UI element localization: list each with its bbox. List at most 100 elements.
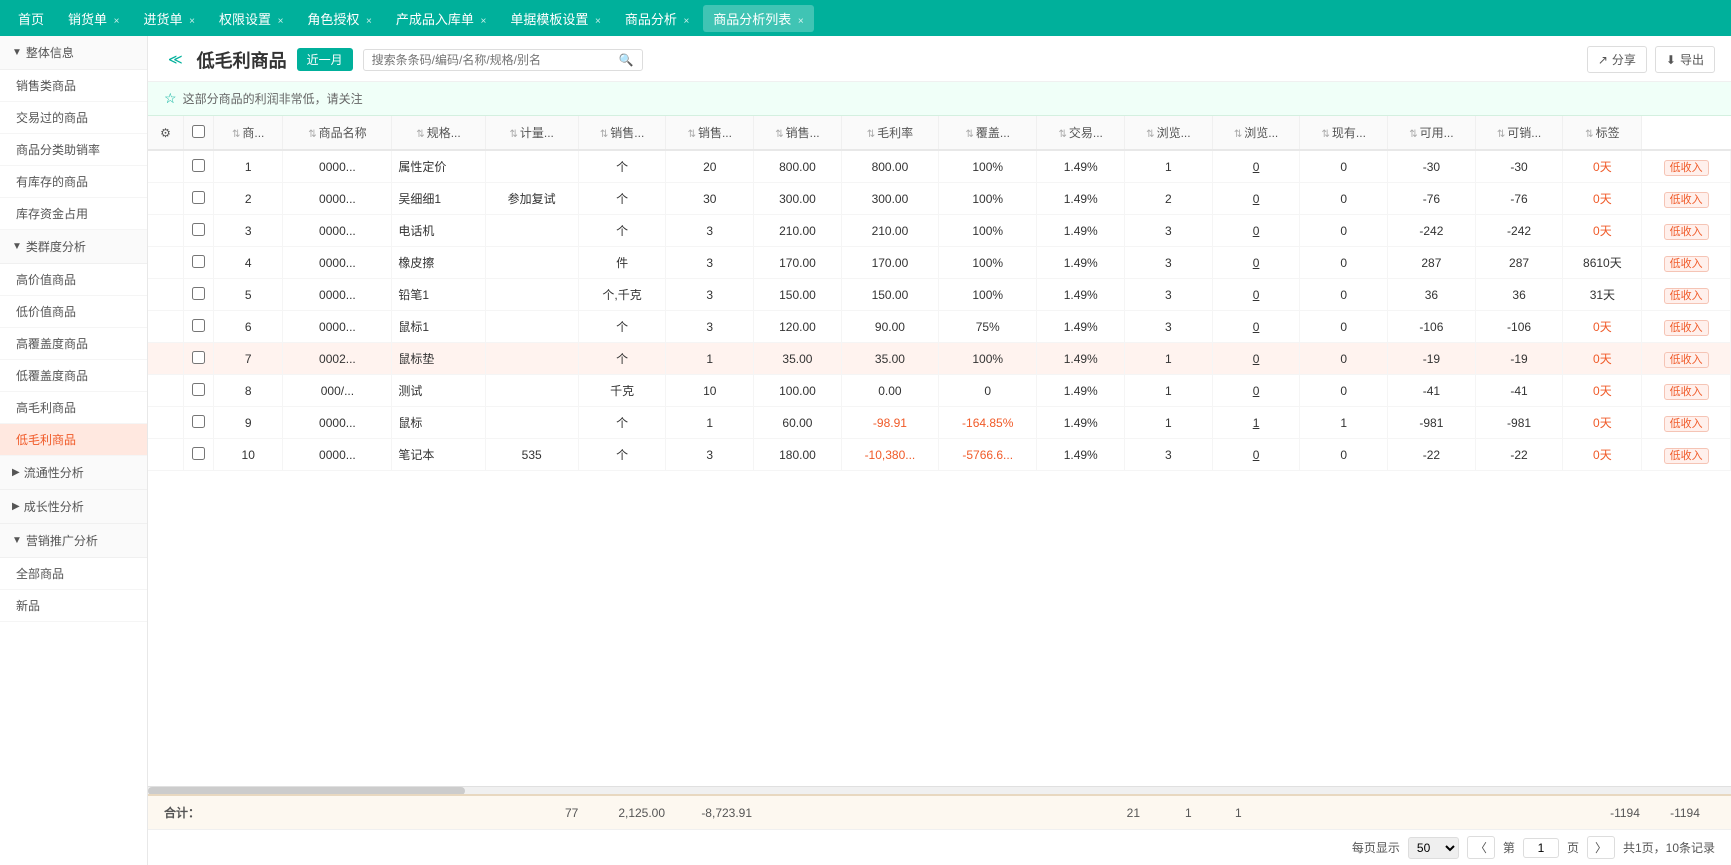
col-coverage[interactable]: ⇅覆盖... bbox=[939, 116, 1037, 150]
nav-close-templates[interactable]: × bbox=[595, 16, 601, 27]
prev-page-button[interactable]: 〈 bbox=[1467, 836, 1495, 859]
collapse-sidebar-btn[interactable]: ≪ bbox=[164, 47, 187, 72]
col-current-stock[interactable]: ⇅现有... bbox=[1300, 116, 1388, 150]
cell-views1[interactable]: 0 bbox=[1212, 183, 1300, 215]
row-checkbox[interactable] bbox=[192, 351, 205, 364]
nav-sales[interactable]: 销货单 × bbox=[58, 5, 129, 32]
cell-views1[interactable]: 0 bbox=[1212, 311, 1300, 343]
sidebar-item-all-products[interactable]: 全部商品 bbox=[0, 558, 147, 590]
sidebar-item-high-coverage[interactable]: 高覆盖度商品 bbox=[0, 328, 147, 360]
cell-views1[interactable]: 0 bbox=[1212, 439, 1300, 471]
col-settings[interactable]: ⚙ bbox=[148, 116, 184, 150]
nav-templates[interactable]: 单据模板设置 × bbox=[500, 5, 610, 32]
views1-link[interactable]: 0 bbox=[1253, 256, 1260, 270]
cell-views1[interactable]: 0 bbox=[1212, 215, 1300, 247]
views1-link[interactable]: 0 bbox=[1253, 352, 1260, 366]
nav-analysis-list[interactable]: 商品分析列表 × bbox=[703, 5, 813, 32]
views1-link[interactable]: 0 bbox=[1253, 448, 1260, 462]
sidebar-item-new-products[interactable]: 新品 bbox=[0, 590, 147, 622]
nav-close-permissions[interactable]: × bbox=[278, 16, 284, 27]
col-sellable[interactable]: ⇅可销... bbox=[1475, 116, 1563, 150]
cell-checkbox[interactable] bbox=[184, 375, 214, 407]
sidebar-section-flow[interactable]: ▶ 流通性分析 bbox=[0, 456, 147, 490]
row-checkbox[interactable] bbox=[192, 415, 205, 428]
scroll-indicator[interactable] bbox=[148, 786, 1731, 794]
sidebar-item-low-value[interactable]: 低价值商品 bbox=[0, 296, 147, 328]
cell-views1[interactable]: 0 bbox=[1212, 375, 1300, 407]
row-checkbox[interactable] bbox=[192, 159, 205, 172]
cell-checkbox[interactable] bbox=[184, 183, 214, 215]
next-page-button[interactable]: 〉 bbox=[1587, 836, 1615, 859]
row-checkbox[interactable] bbox=[192, 383, 205, 396]
col-name[interactable]: ⇅商品名称 bbox=[283, 116, 392, 150]
cell-checkbox[interactable] bbox=[184, 311, 214, 343]
sidebar-item-sales-products[interactable]: 销售类商品 bbox=[0, 70, 147, 102]
sidebar-item-high-margin[interactable]: 高毛利商品 bbox=[0, 392, 147, 424]
nav-analysis[interactable]: 商品分析 × bbox=[615, 5, 699, 32]
col-unit[interactable]: ⇅计量... bbox=[485, 116, 578, 150]
sidebar-section-cluster[interactable]: ▼ 类群度分析 bbox=[0, 230, 147, 264]
search-input[interactable] bbox=[372, 53, 613, 67]
views1-link[interactable]: 0 bbox=[1253, 192, 1260, 206]
views1-link[interactable]: 1 bbox=[1253, 416, 1260, 430]
search-icon[interactable]: 🔍 bbox=[619, 53, 634, 67]
sidebar-item-low-margin[interactable]: 低毛利商品 bbox=[0, 424, 147, 456]
views1-link[interactable]: 0 bbox=[1253, 160, 1260, 174]
cell-views1[interactable]: 0 bbox=[1212, 247, 1300, 279]
col-sales-qty[interactable]: ⇅销售... bbox=[578, 116, 666, 150]
page-number-input[interactable] bbox=[1523, 838, 1559, 858]
nav-roles[interactable]: 角色授权 × bbox=[297, 5, 381, 32]
row-checkbox[interactable] bbox=[192, 287, 205, 300]
cell-views1[interactable]: 0 bbox=[1212, 279, 1300, 311]
sidebar-item-capital[interactable]: 库存资金占用 bbox=[0, 198, 147, 230]
col-checkbox[interactable] bbox=[184, 116, 214, 150]
cell-checkbox[interactable] bbox=[184, 407, 214, 439]
nav-close-analysis[interactable]: × bbox=[683, 16, 689, 27]
col-gross-margin[interactable]: ⇅毛利率 bbox=[841, 116, 938, 150]
cell-checkbox[interactable] bbox=[184, 215, 214, 247]
col-sales-profit[interactable]: ⇅销售... bbox=[754, 116, 842, 150]
cell-checkbox[interactable] bbox=[184, 439, 214, 471]
sidebar-section-marketing[interactable]: ▼ 营销推广分析 bbox=[0, 524, 147, 558]
page-size-select[interactable]: 50 20 100 bbox=[1408, 837, 1459, 859]
views1-link[interactable]: 0 bbox=[1253, 224, 1260, 238]
nav-close-analysis-list[interactable]: × bbox=[798, 16, 804, 27]
share-button[interactable]: ↗ 分享 bbox=[1587, 46, 1647, 73]
cell-checkbox[interactable] bbox=[184, 343, 214, 375]
cell-views1[interactable]: 1 bbox=[1212, 407, 1300, 439]
col-tag[interactable]: ⇅标签 bbox=[1563, 116, 1642, 150]
row-checkbox[interactable] bbox=[192, 319, 205, 332]
select-all-checkbox[interactable] bbox=[192, 125, 205, 138]
row-checkbox[interactable] bbox=[192, 255, 205, 268]
nav-home[interactable]: 首页 bbox=[8, 5, 54, 32]
nav-close-products[interactable]: × bbox=[481, 16, 487, 27]
cell-checkbox[interactable] bbox=[184, 279, 214, 311]
col-views1[interactable]: ⇅浏览... bbox=[1125, 116, 1213, 150]
row-checkbox[interactable] bbox=[192, 447, 205, 460]
sidebar-item-high-value[interactable]: 高价值商品 bbox=[0, 264, 147, 296]
sidebar-item-in-stock[interactable]: 有库存的商品 bbox=[0, 166, 147, 198]
nav-close-purchase[interactable]: × bbox=[189, 16, 195, 27]
col-views2[interactable]: ⇅浏览... bbox=[1212, 116, 1300, 150]
col-sales-amount[interactable]: ⇅销售... bbox=[666, 116, 754, 150]
col-trade-count[interactable]: ⇅交易... bbox=[1037, 116, 1125, 150]
sidebar-section-overall[interactable]: ▼ 整体信息 bbox=[0, 36, 147, 70]
col-available[interactable]: ⇅可用... bbox=[1388, 116, 1476, 150]
cell-views1[interactable]: 0 bbox=[1212, 150, 1300, 183]
nav-permissions[interactable]: 权限设置 × bbox=[209, 5, 293, 32]
views1-link[interactable]: 0 bbox=[1253, 384, 1260, 398]
sidebar-section-growth[interactable]: ▶ 成长性分析 bbox=[0, 490, 147, 524]
cell-checkbox[interactable] bbox=[184, 150, 214, 183]
nav-purchase[interactable]: 进货单 × bbox=[133, 5, 204, 32]
row-checkbox[interactable] bbox=[192, 191, 205, 204]
views1-link[interactable]: 0 bbox=[1253, 320, 1260, 334]
time-filter-button[interactable]: 近一月 bbox=[297, 48, 353, 71]
nav-close-roles[interactable]: × bbox=[366, 16, 372, 27]
nav-products[interactable]: 产成品入库单 × bbox=[386, 5, 496, 32]
row-checkbox[interactable] bbox=[192, 223, 205, 236]
nav-close-sales[interactable]: × bbox=[114, 16, 120, 27]
cell-views1[interactable]: 0 bbox=[1212, 343, 1300, 375]
sidebar-item-low-coverage[interactable]: 低覆盖度商品 bbox=[0, 360, 147, 392]
col-code[interactable]: ⇅商... bbox=[214, 116, 283, 150]
cell-checkbox[interactable] bbox=[184, 247, 214, 279]
